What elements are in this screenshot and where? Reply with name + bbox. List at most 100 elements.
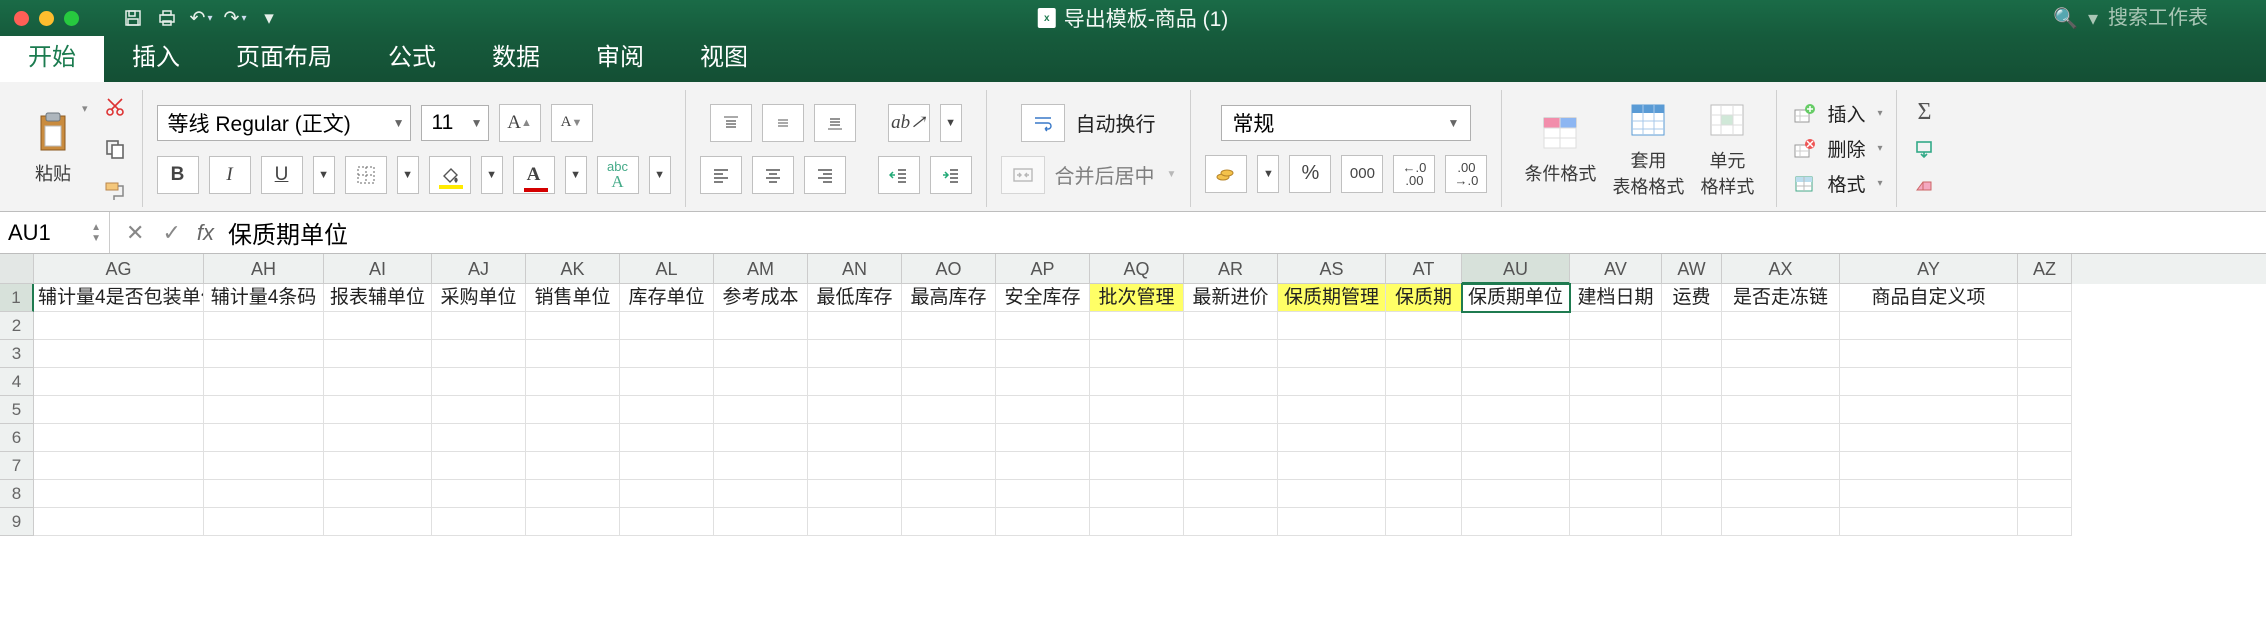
cell[interactable] [808, 424, 902, 452]
cell[interactable]: 销售单位 [526, 284, 620, 312]
cut-icon[interactable] [102, 94, 128, 120]
wrap-text-button[interactable] [1021, 104, 1065, 142]
cell[interactable] [432, 396, 526, 424]
redo-button[interactable]: ↷▾ [225, 8, 245, 28]
cell[interactable] [204, 312, 324, 340]
percent-button[interactable]: % [1289, 155, 1331, 193]
cell[interactable] [1840, 424, 2018, 452]
row-header[interactable]: 2 [0, 312, 34, 340]
cell[interactable] [902, 340, 996, 368]
chevron-down-icon[interactable]: ▼ [565, 156, 587, 194]
cell[interactable] [432, 508, 526, 536]
cell[interactable] [1184, 368, 1278, 396]
column-header[interactable]: AL [620, 254, 714, 284]
cell[interactable] [526, 312, 620, 340]
cell[interactable]: 运费 [1662, 284, 1722, 312]
cell[interactable]: 建档日期 [1570, 284, 1662, 312]
cell[interactable] [996, 452, 1090, 480]
cell[interactable] [1184, 340, 1278, 368]
cell[interactable] [1722, 396, 1840, 424]
cell[interactable] [808, 480, 902, 508]
cell[interactable] [1840, 396, 2018, 424]
cell[interactable] [620, 424, 714, 452]
cell[interactable] [714, 312, 808, 340]
cell[interactable] [204, 480, 324, 508]
delete-cells-button[interactable]: 删除▾ [1791, 135, 1882, 162]
cell[interactable] [1462, 480, 1570, 508]
cell[interactable] [526, 424, 620, 452]
cell[interactable]: 辅计量4条码 [204, 284, 324, 312]
cell[interactable] [1570, 424, 1662, 452]
cell[interactable] [902, 312, 996, 340]
chevron-down-icon[interactable]: ▼ [313, 156, 335, 194]
borders-button[interactable] [345, 156, 387, 194]
close-window-button[interactable] [14, 11, 29, 26]
chevron-down-icon[interactable]: ▼ [466, 116, 488, 130]
cell[interactable] [1840, 368, 2018, 396]
chevron-down-icon[interactable]: ▼ [1165, 169, 1177, 180]
cell[interactable] [902, 396, 996, 424]
cell[interactable] [2018, 340, 2072, 368]
cell[interactable] [1090, 396, 1184, 424]
cell[interactable] [2018, 424, 2072, 452]
font-size-input[interactable] [422, 106, 466, 140]
cell[interactable] [2018, 452, 2072, 480]
column-header[interactable]: AZ [2018, 254, 2072, 284]
cell[interactable] [1662, 480, 1722, 508]
cell[interactable] [2018, 508, 2072, 536]
column-header[interactable]: AX [1722, 254, 1840, 284]
formula-input[interactable] [224, 219, 2266, 247]
cell[interactable] [996, 424, 1090, 452]
cell[interactable] [432, 424, 526, 452]
cell[interactable]: 商品自定义项 [1840, 284, 2018, 312]
cell[interactable] [432, 312, 526, 340]
cell[interactable] [324, 480, 432, 508]
cell[interactable] [526, 340, 620, 368]
cell[interactable] [1462, 368, 1570, 396]
cell[interactable] [1462, 424, 1570, 452]
cell[interactable] [34, 452, 204, 480]
cell[interactable] [34, 396, 204, 424]
column-header[interactable]: AH [204, 254, 324, 284]
column-header[interactable]: AT [1386, 254, 1462, 284]
decrease-indent-button[interactable] [878, 156, 920, 194]
comma-style-button[interactable]: 000 [1341, 155, 1383, 193]
cell[interactable] [1722, 452, 1840, 480]
align-middle-button[interactable] [762, 104, 804, 142]
zoom-window-button[interactable] [64, 11, 79, 26]
increase-indent-button[interactable] [930, 156, 972, 194]
cell[interactable] [1662, 368, 1722, 396]
cell[interactable] [34, 368, 204, 396]
cell[interactable] [1662, 396, 1722, 424]
align-center-button[interactable] [752, 156, 794, 194]
cell[interactable] [204, 508, 324, 536]
cell[interactable] [808, 312, 902, 340]
chevron-down-icon[interactable]: ▾ [205, 13, 212, 24]
cell[interactable] [996, 480, 1090, 508]
cell[interactable] [808, 368, 902, 396]
cell[interactable] [1570, 340, 1662, 368]
cell[interactable] [1090, 480, 1184, 508]
print-icon[interactable] [157, 8, 177, 28]
column-header[interactable]: AI [324, 254, 432, 284]
row-header[interactable]: 7 [0, 452, 34, 480]
cell[interactable] [1386, 340, 1462, 368]
font-color-button[interactable]: A [513, 156, 555, 194]
cell[interactable] [2018, 396, 2072, 424]
cell[interactable] [432, 340, 526, 368]
column-header[interactable]: AP [996, 254, 1090, 284]
increase-decimal-button[interactable]: ←.0.00 [1393, 155, 1435, 193]
cell[interactable] [1386, 508, 1462, 536]
number-format-select[interactable]: ▼ [1221, 105, 1471, 141]
cell[interactable]: 保质期 [1386, 284, 1462, 312]
cell[interactable] [1662, 340, 1722, 368]
spreadsheet-grid[interactable]: AGAHAIAJAKALAMANAOAPAQARASATAUAVAWAXAYAZ… [0, 254, 2266, 536]
row-header[interactable]: 8 [0, 480, 34, 508]
cell[interactable] [1570, 312, 1662, 340]
tab-审阅[interactable]: 审阅 [568, 28, 672, 82]
column-header[interactable]: AM [714, 254, 808, 284]
cell[interactable] [1090, 424, 1184, 452]
enter-formula-icon[interactable]: ✓ [162, 220, 180, 246]
cell[interactable] [1722, 508, 1840, 536]
column-header[interactable]: AK [526, 254, 620, 284]
